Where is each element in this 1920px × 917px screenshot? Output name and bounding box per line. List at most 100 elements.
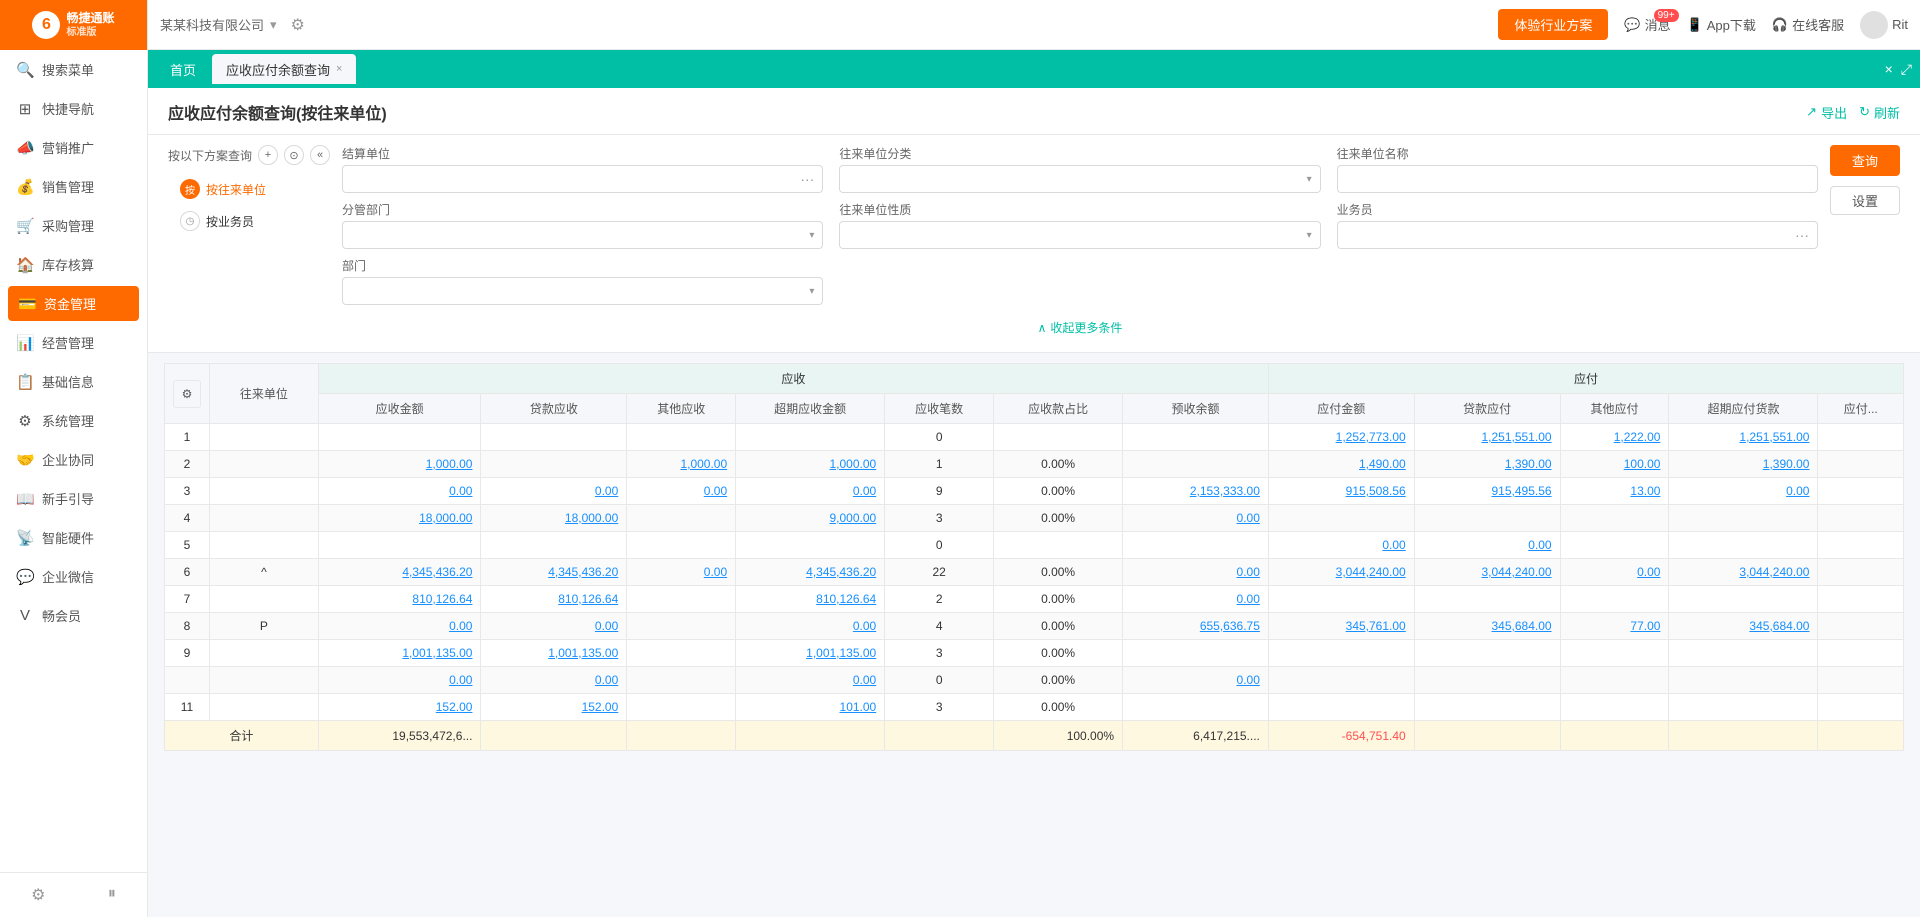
cell-overdue_receivable[interactable]: 1,001,135.00: [736, 640, 885, 667]
cell-loan_payable[interactable]: 915,495.56: [1414, 478, 1560, 505]
cell-overdue_payable[interactable]: 1,390.00: [1669, 451, 1818, 478]
cell-overdue_payable[interactable]: 3,044,240.00: [1669, 559, 1818, 586]
cell-prepaid_balance[interactable]: 0.00: [1123, 667, 1269, 694]
cell-loan_payable[interactable]: 0.00: [1414, 532, 1560, 559]
sidebar-item-guide[interactable]: 📖新手引导: [0, 479, 147, 518]
cell-receivable_amount[interactable]: 18,000.00: [318, 505, 481, 532]
sidebar-item-quick-nav[interactable]: ⊞快捷导航: [0, 89, 147, 128]
cell-other_payable[interactable]: 100.00: [1560, 451, 1669, 478]
cell-loan_receivable[interactable]: 1,001,135.00: [481, 640, 627, 667]
sidebar-item-cooperation[interactable]: 🤝企业协同: [0, 440, 147, 479]
cell-payable_amount[interactable]: 0.00: [1268, 532, 1414, 559]
export-btn[interactable]: ↗ 导出: [1806, 103, 1847, 122]
cell-overdue_payable[interactable]: 345,684.00: [1669, 613, 1818, 640]
sidebar-settings-btn[interactable]: ⚙: [23, 881, 53, 909]
cell-receivable_amount[interactable]: 4,345,436.20: [318, 559, 481, 586]
sidebar-item-marketing[interactable]: 📣营销推广: [0, 128, 147, 167]
online-service-btn[interactable]: 🎧 在线客服: [1772, 15, 1844, 34]
salesperson-input[interactable]: ···: [1337, 221, 1818, 249]
cell-prepaid_balance[interactable]: 2,153,333.00: [1123, 478, 1269, 505]
sidebar-item-wechat[interactable]: 💬企业微信: [0, 557, 147, 596]
cell-overdue_receivable[interactable]: 9,000.00: [736, 505, 885, 532]
sidebar-item-operations[interactable]: 📊经营管理: [0, 323, 147, 362]
cell-other_payable[interactable]: 77.00: [1560, 613, 1669, 640]
sidebar-item-inventory[interactable]: 🏠库存核算: [0, 245, 147, 284]
cell-payable_amount[interactable]: 345,761.00: [1268, 613, 1414, 640]
sidebar-collapse-btn[interactable]: ⏸: [100, 881, 124, 909]
query-btn[interactable]: 查询: [1830, 145, 1900, 176]
cell-payable_amount[interactable]: 1,252,773.00: [1268, 424, 1414, 451]
cell-overdue_receivable[interactable]: 1,000.00: [736, 451, 885, 478]
settlement-unit-input[interactable]: ···: [342, 165, 823, 193]
cell-loan_payable[interactable]: 1,251,551.00: [1414, 424, 1560, 451]
filter-collapse-side-btn[interactable]: «: [310, 145, 330, 165]
cell-payable_amount[interactable]: 1,490.00: [1268, 451, 1414, 478]
cell-prepaid_balance[interactable]: 655,636.75: [1123, 613, 1269, 640]
partner-name-input[interactable]: [1337, 165, 1818, 193]
sidebar-item-vip[interactable]: V畅会员: [0, 596, 147, 635]
filter-settings-btn[interactable]: ⊙: [284, 145, 304, 165]
tab-home[interactable]: 首页: [156, 54, 210, 84]
cell-loan_receivable[interactable]: 4,345,436.20: [481, 559, 627, 586]
cell-overdue_payable[interactable]: 1,251,551.00: [1669, 424, 1818, 451]
cell-receivable_amount[interactable]: 0.00: [318, 478, 481, 505]
cell-receivable_amount[interactable]: 1,000.00: [318, 451, 481, 478]
table-config-icon[interactable]: ⚙: [173, 380, 201, 408]
cell-other_receivable[interactable]: 0.00: [627, 559, 736, 586]
user-avatar[interactable]: Rit: [1860, 11, 1908, 39]
sidebar-item-search-menu[interactable]: 🔍搜索菜单: [0, 50, 147, 89]
cell-loan_receivable[interactable]: 0.00: [481, 613, 627, 640]
app-download-btn[interactable]: 📱 App下载: [1687, 15, 1756, 34]
department-input[interactable]: ▾: [342, 277, 823, 305]
filter-by-partner[interactable]: 按 按往来单位: [168, 173, 330, 205]
cell-payable_amount[interactable]: 3,044,240.00: [1268, 559, 1414, 586]
tab-close-icon[interactable]: ×: [336, 63, 342, 75]
cell-receivable_amount[interactable]: 810,126.64: [318, 586, 481, 613]
cell-other_payable[interactable]: 0.00: [1560, 559, 1669, 586]
sidebar-item-system[interactable]: ⚙系统管理: [0, 401, 147, 440]
cell-loan_payable[interactable]: 345,684.00: [1414, 613, 1560, 640]
cell-loan_payable[interactable]: 3,044,240.00: [1414, 559, 1560, 586]
window-expand-icon[interactable]: ⤢: [1901, 61, 1912, 78]
company-selector[interactable]: 某某科技有限公司 ▾ ⚙: [160, 15, 1498, 35]
sidebar-item-basic-info[interactable]: 📋基础信息: [0, 362, 147, 401]
filter-by-salesperson[interactable]: ◷ 按业务员: [168, 205, 330, 237]
trial-btn[interactable]: 体验行业方案: [1498, 9, 1608, 40]
cell-loan_receivable[interactable]: 152.00: [481, 694, 627, 721]
cell-receivable_amount[interactable]: 1,001,135.00: [318, 640, 481, 667]
collapse-filter-btn[interactable]: ∧ 收起更多条件: [342, 313, 1818, 342]
cell-overdue_receivable[interactable]: 101.00: [736, 694, 885, 721]
sidebar-item-capital[interactable]: 💳资金管理: [8, 286, 139, 321]
setting-btn[interactable]: 设置: [1830, 186, 1900, 215]
cell-receivable_amount[interactable]: 152.00: [318, 694, 481, 721]
cell-loan_receivable[interactable]: 810,126.64: [481, 586, 627, 613]
cell-overdue_receivable[interactable]: 0.00: [736, 667, 885, 694]
cell-overdue_receivable[interactable]: 4,345,436.20: [736, 559, 885, 586]
cell-receivable_amount[interactable]: 0.00: [318, 613, 481, 640]
window-close-icon[interactable]: ×: [1885, 61, 1893, 78]
partner-nature-input[interactable]: ▾: [839, 221, 1320, 249]
cell-payable_amount[interactable]: 915,508.56: [1268, 478, 1414, 505]
sidebar-item-sales[interactable]: 💰销售管理: [0, 167, 147, 206]
cell-prepaid_balance[interactable]: 0.00: [1123, 505, 1269, 532]
dept-manager-input[interactable]: ▾: [342, 221, 823, 249]
cell-prepaid_balance[interactable]: 0.00: [1123, 559, 1269, 586]
filter-add-btn[interactable]: +: [258, 145, 278, 165]
cell-loan_receivable[interactable]: 0.00: [481, 667, 627, 694]
topbar-settings-icon[interactable]: ⚙: [291, 15, 305, 35]
cell-loan_payable[interactable]: 1,390.00: [1414, 451, 1560, 478]
cell-overdue_receivable[interactable]: 0.00: [736, 613, 885, 640]
cell-other_payable[interactable]: 13.00: [1560, 478, 1669, 505]
cell-other_receivable[interactable]: 0.00: [627, 478, 736, 505]
cell-overdue_payable[interactable]: 0.00: [1669, 478, 1818, 505]
tab-receivable[interactable]: 应收应付余额查询 ×: [212, 54, 356, 84]
sidebar-item-purchase[interactable]: 🛒采购管理: [0, 206, 147, 245]
cell-prepaid_balance[interactable]: 0.00: [1123, 586, 1269, 613]
partner-category-input[interactable]: ▾: [839, 165, 1320, 193]
refresh-btn[interactable]: ↻ 刷新: [1859, 103, 1900, 122]
cell-receivable_amount[interactable]: 0.00: [318, 667, 481, 694]
cell-other_payable[interactable]: 1,222.00: [1560, 424, 1669, 451]
cell-overdue_receivable[interactable]: 810,126.64: [736, 586, 885, 613]
cell-other_receivable[interactable]: 1,000.00: [627, 451, 736, 478]
cell-loan_receivable[interactable]: 0.00: [481, 478, 627, 505]
